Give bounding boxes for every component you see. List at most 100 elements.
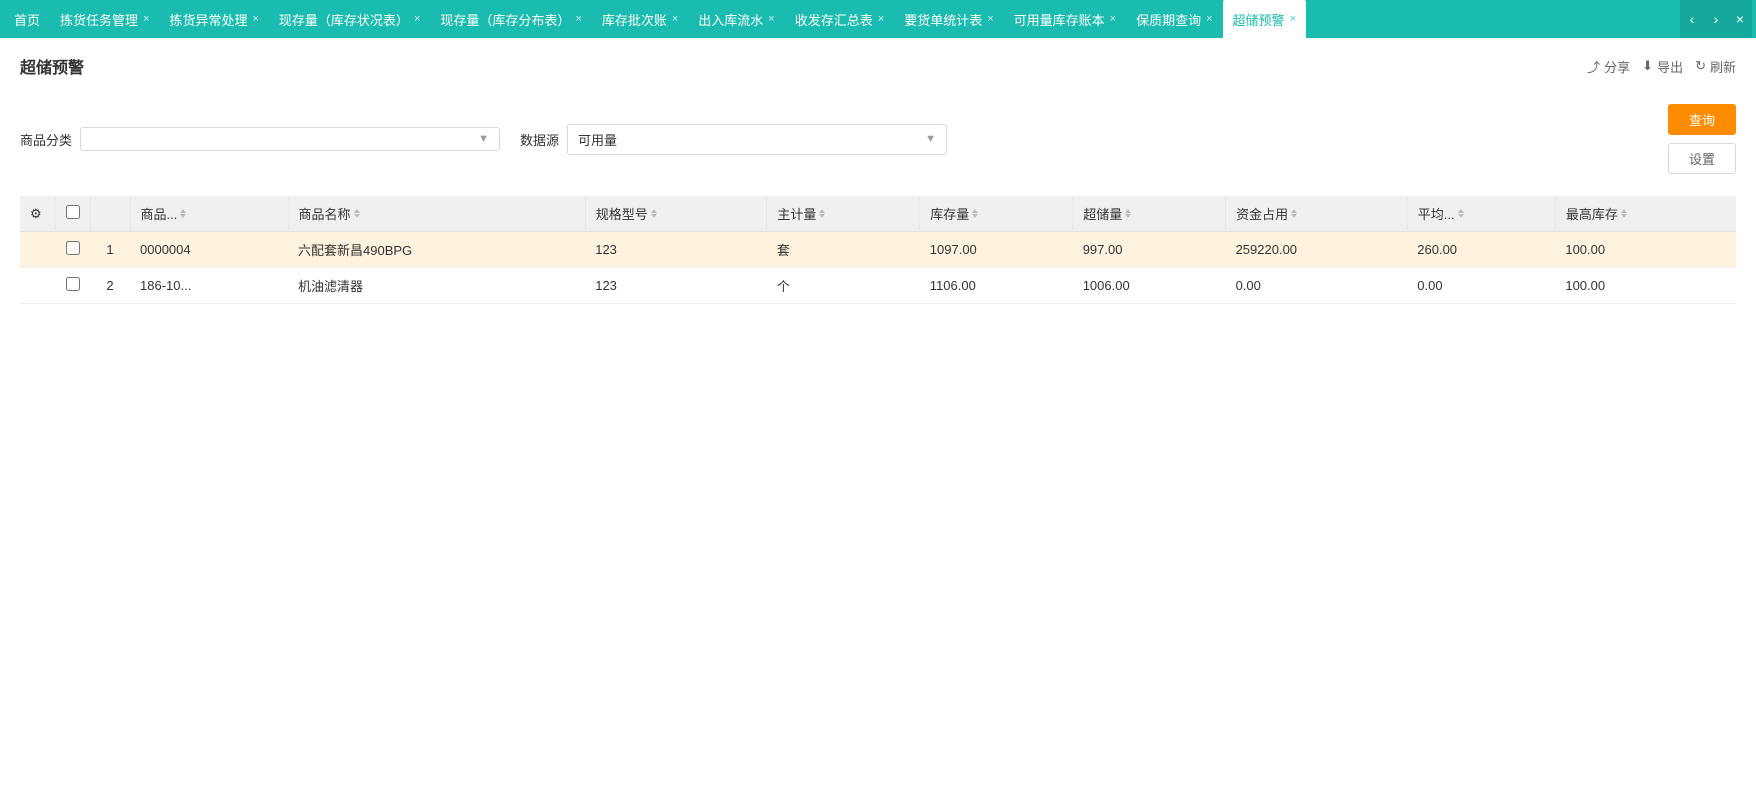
share-icon: ⤴: [1587, 57, 1600, 76]
check-column-header: [55, 196, 90, 232]
capital-sort-icon: [1291, 209, 1297, 218]
gear-column-header[interactable]: ⚙: [20, 196, 55, 232]
nav-item-11[interactable]: 超储预警 ×: [1223, 0, 1306, 38]
row-overstock-0: 997.00: [1073, 232, 1226, 268]
avg-sort-icon: [1458, 209, 1464, 218]
nav-item-8[interactable]: 要货单统计表 ×: [894, 0, 1003, 38]
filter-row: 商品分类 ▼ 数据源 可用量 ▼ 查询 设置: [20, 94, 1736, 184]
datasource-filter: 数据源 可用量 ▼: [520, 124, 947, 155]
avg-column-header[interactable]: 平均...: [1407, 196, 1555, 232]
nav-close-3[interactable]: ×: [414, 13, 420, 25]
datasource-select[interactable]: 可用量 ▼: [567, 124, 947, 155]
nav-close-1[interactable]: ×: [143, 13, 149, 25]
nav-item-3[interactable]: 现存量（库存状况表） ×: [269, 0, 430, 38]
nav-close-6[interactable]: ×: [768, 13, 774, 25]
row-product-code-1: 186-10...: [130, 268, 288, 304]
nav-close-10[interactable]: ×: [1206, 13, 1212, 25]
stock-sort-icon: [972, 209, 978, 218]
category-filter: 商品分类 ▼: [20, 127, 500, 151]
nav-close-2[interactable]: ×: [252, 13, 258, 25]
nav-item-0[interactable]: 首页: [4, 0, 50, 38]
nav-item-2[interactable]: 拣货异常处理 ×: [159, 0, 268, 38]
share-button[interactable]: ⤴ 分享: [1587, 57, 1630, 76]
row-stock-0: 1097.00: [920, 232, 1073, 268]
nav-close-8[interactable]: ×: [987, 13, 993, 25]
product-code-sort-icon: [180, 209, 186, 218]
nav-arrows: ‹ › ×: [1680, 0, 1752, 38]
nav-item-9[interactable]: 可用量库存账本 ×: [1004, 0, 1126, 38]
row-unit-1: 个: [767, 268, 920, 304]
refresh-button[interactable]: ↻ 刷新: [1695, 57, 1736, 76]
row-checkbox-0[interactable]: [66, 241, 80, 255]
datasource-value: 可用量: [578, 130, 617, 149]
row-overstock-1: 1006.00: [1073, 268, 1226, 304]
table-row: 1 0000004 六配套新昌490BPG 123 套 1097.00 997.…: [20, 232, 1736, 268]
select-all-checkbox[interactable]: [66, 205, 80, 219]
row-max-stock-1: 100.00: [1555, 268, 1736, 304]
category-select[interactable]: ▼: [80, 127, 500, 151]
page-wrapper: 超储预警 ⤴ 分享 ⬇ 导出 ↻ 刷新 商品分类 ▼ 数据源: [0, 38, 1756, 800]
row-spec-0: 123: [585, 232, 767, 268]
nav-close-arrow[interactable]: ×: [1728, 0, 1752, 38]
export-label: 导出: [1657, 57, 1683, 76]
row-stock-1: 1106.00: [920, 268, 1073, 304]
nav-item-6[interactable]: 出入库流水 ×: [688, 0, 784, 38]
unit-sort-icon: [819, 209, 825, 218]
overstock-column-header[interactable]: 超储量: [1073, 196, 1226, 232]
nav-close-5[interactable]: ×: [672, 13, 678, 25]
query-button[interactable]: 查询: [1668, 104, 1736, 135]
table-header-row: ⚙ 商品... 商品名称: [20, 196, 1736, 232]
category-label: 商品分类: [20, 130, 72, 149]
row-num-0: 1: [90, 232, 130, 268]
max-stock-sort-icon: [1621, 209, 1627, 218]
datasource-arrow-icon: ▼: [925, 133, 936, 145]
unit-column-header[interactable]: 主计量: [767, 196, 920, 232]
nav-close-11[interactable]: ×: [1290, 13, 1296, 25]
share-label: 分享: [1604, 57, 1630, 76]
num-column-header: [90, 196, 130, 232]
nav-item-1[interactable]: 拣货任务管理 ×: [50, 0, 159, 38]
nav-item-4[interactable]: 现存量（库存分布表） ×: [430, 0, 591, 38]
page-header: 超储预警 ⤴ 分享 ⬇ 导出 ↻ 刷新: [20, 54, 1736, 78]
refresh-icon: ↻: [1695, 58, 1706, 74]
product-code-column-header[interactable]: 商品...: [130, 196, 288, 232]
product-name-sort-icon: [354, 209, 360, 218]
row-gear-1[interactable]: [20, 268, 55, 304]
row-capital-0: 259220.00: [1226, 232, 1408, 268]
row-spec-1: 123: [585, 268, 767, 304]
overstock-sort-icon: [1125, 209, 1131, 218]
nav-close-4[interactable]: ×: [575, 13, 581, 25]
row-max-stock-0: 100.00: [1555, 232, 1736, 268]
nav-item-5[interactable]: 库存批次账 ×: [592, 0, 688, 38]
row-gear-0[interactable]: [20, 232, 55, 268]
row-avg-1: 0.00: [1407, 268, 1555, 304]
data-table: ⚙ 商品... 商品名称: [20, 196, 1736, 304]
capital-column-header[interactable]: 资金占用: [1226, 196, 1408, 232]
nav-item-7[interactable]: 收发存汇总表 ×: [785, 0, 894, 38]
header-actions: ⤴ 分享 ⬇ 导出 ↻ 刷新: [1587, 57, 1736, 76]
datasource-label: 数据源: [520, 130, 559, 149]
stock-column-header[interactable]: 库存量: [920, 196, 1073, 232]
row-avg-0: 260.00: [1407, 232, 1555, 268]
export-button[interactable]: ⬇ 导出: [1642, 57, 1683, 76]
row-capital-1: 0.00: [1226, 268, 1408, 304]
settings-button[interactable]: 设置: [1668, 143, 1736, 174]
spec-column-header[interactable]: 规格型号: [585, 196, 767, 232]
nav-item-10[interactable]: 保质期查询 ×: [1126, 0, 1222, 38]
nav-next-arrow[interactable]: ›: [1704, 0, 1728, 38]
row-check-0: [55, 232, 90, 268]
table-row: 2 186-10... 机油滤清器 123 个 1106.00 1006.00 …: [20, 268, 1736, 304]
nav-prev-arrow[interactable]: ‹: [1680, 0, 1704, 38]
row-product-name-1: 机油滤清器: [288, 268, 585, 304]
spec-sort-icon: [651, 209, 657, 218]
row-product-code-0: 0000004: [130, 232, 288, 268]
nav-close-7[interactable]: ×: [878, 13, 884, 25]
category-arrow-icon: ▼: [478, 133, 489, 145]
row-checkbox-1[interactable]: [66, 277, 80, 291]
product-name-column-header[interactable]: 商品名称: [288, 196, 585, 232]
nav-close-9[interactable]: ×: [1110, 13, 1116, 25]
gear-icon: ⚙: [30, 206, 42, 221]
max-stock-column-header[interactable]: 最高库存: [1555, 196, 1736, 232]
row-check-1: [55, 268, 90, 304]
row-unit-0: 套: [767, 232, 920, 268]
